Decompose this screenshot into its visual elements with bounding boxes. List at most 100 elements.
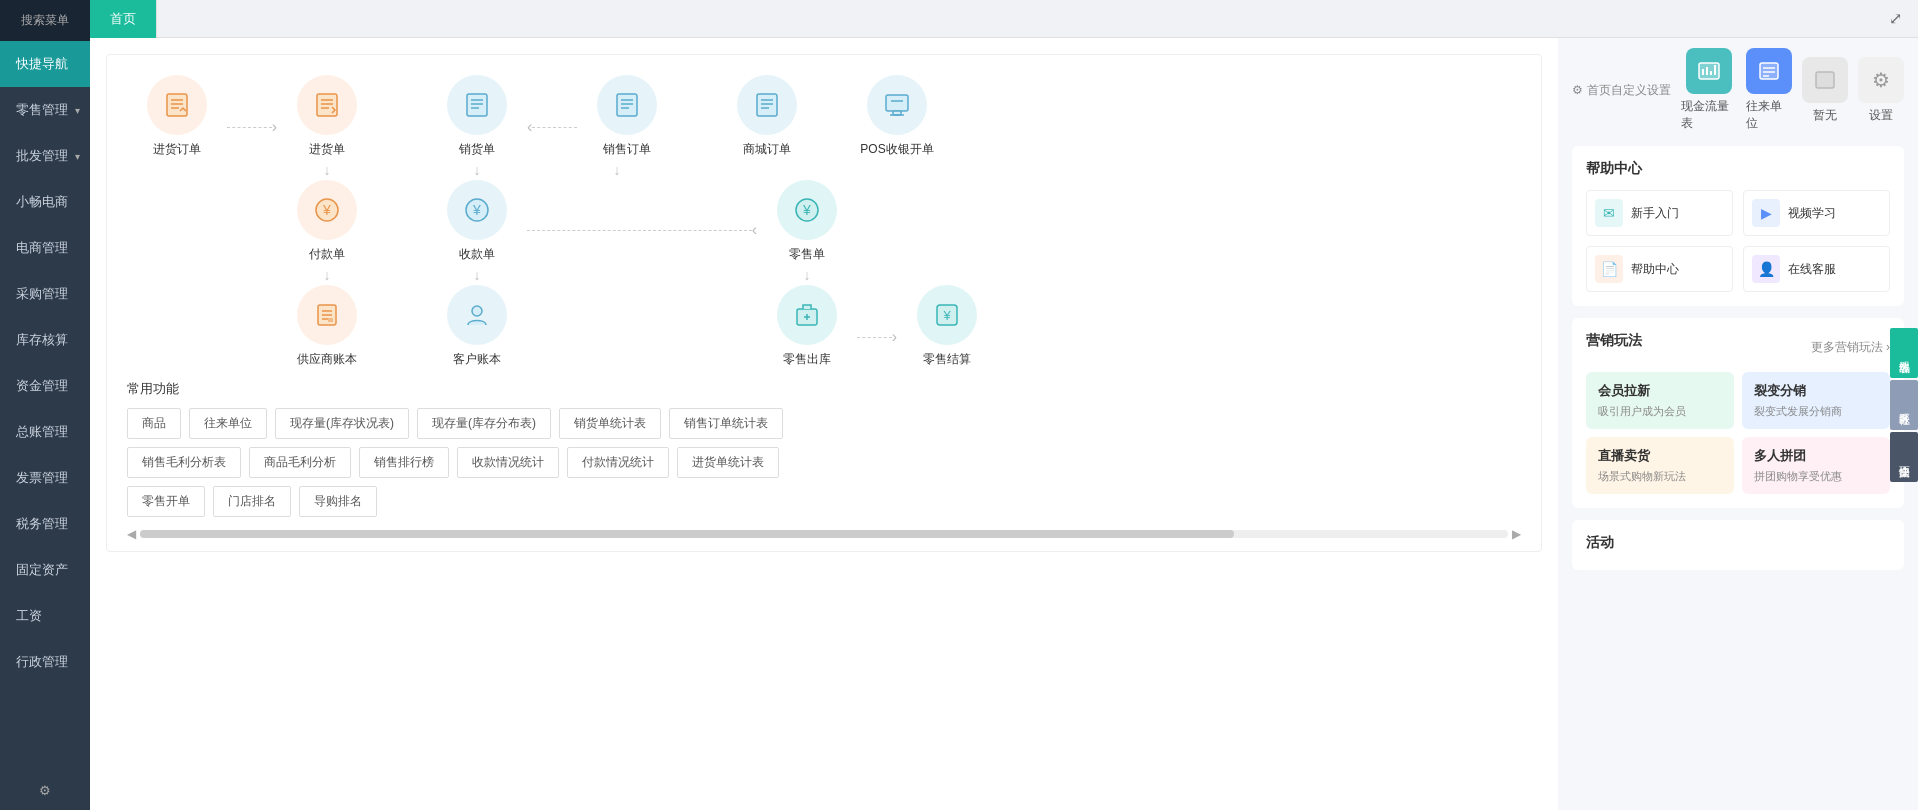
cf-btn-retail-order[interactable]: 零售开单 <box>127 486 205 517</box>
flow-node-shoukuan[interactable]: ¥ 收款单 <box>427 180 527 263</box>
more-marketing-link[interactable]: 更多营销玩法 › <box>1811 339 1890 356</box>
sidebar-item-ecommerce[interactable]: 电商管理 <box>0 225 90 271</box>
qi-partners[interactable]: 往来单位 <box>1746 48 1792 132</box>
cf-btn-store-rank[interactable]: 门店排名 <box>213 486 291 517</box>
lingshou-dan-icon: ¥ <box>777 180 837 240</box>
float-btn-service[interactable]: 客服热线 <box>1890 328 1918 378</box>
helpcenter-icon: 📄 <box>1595 255 1623 283</box>
scroll-bar-area: ◀ ▶ <box>127 527 1521 541</box>
beginner-label: 新手入门 <box>1631 205 1679 222</box>
help-center-section: 帮助中心 ✉ 新手入门 ▶ 视频学习 📄 帮助中心 👤 <box>1572 146 1904 306</box>
quick-icons-row: ⚙ 首页自定义设置 现金流量表 <box>1572 48 1904 132</box>
flow-node-kehu[interactable]: 客户账本 <box>427 285 527 368</box>
float-btn-community[interactable]: 服务社区 <box>1890 380 1918 430</box>
cf-btn-order-stat[interactable]: 销售订单统计表 <box>669 408 783 439</box>
marketing-group[interactable]: 多人拼团 拼团购物享受优惠 <box>1742 437 1890 494</box>
qi-cashflow[interactable]: 现金流量表 <box>1681 48 1736 132</box>
gear-icon: ⚙ <box>39 783 51 798</box>
settings-icon-box: ⚙ <box>1858 57 1904 103</box>
sidebar-item-finance[interactable]: 资金管理 <box>0 363 90 409</box>
cf-row-2: 销售毛利分析表 商品毛利分析 销售排行榜 收款情况统计 付款情况统计 进货单统计… <box>127 447 1521 478</box>
sidebar-item-label: 零售管理 <box>16 101 68 119</box>
float-buttons: 客服热线 服务社区 桌面快捷 <box>1890 328 1918 482</box>
pos-icon <box>867 75 927 135</box>
beginner-icon: ✉ <box>1595 199 1623 227</box>
cf-title: 常用功能 <box>127 380 1521 398</box>
fukuan-icon: ¥ <box>297 180 357 240</box>
home-customize-link[interactable]: ⚙ 首页自定义设置 <box>1572 82 1671 99</box>
shangcheng-icon <box>737 75 797 135</box>
float-btn-desktop[interactable]: 桌面快捷 <box>1890 432 1918 482</box>
help-item-service[interactable]: 👤 在线客服 <box>1743 246 1890 292</box>
flow-node-fukuan[interactable]: ¥ 付款单 <box>277 180 377 263</box>
scroll-left-arrow[interactable]: ◀ <box>127 527 136 541</box>
cf-btn-guide-rank[interactable]: 导购排名 <box>299 486 377 517</box>
lingshou-jiesuan-icon: ¥ <box>917 285 977 345</box>
cf-btn-gross-analysis[interactable]: 销售毛利分析表 <box>127 447 241 478</box>
cf-btn-receipt-stat[interactable]: 收款情况统计 <box>457 447 559 478</box>
flow-node-lingshou-jiesuan[interactable]: ¥ 零售结算 <box>897 285 997 368</box>
cf-row-1: 商品 往来单位 现存量(库存状况表) 现存量(库存分布表) 销货单统计表 销售订… <box>127 408 1521 439</box>
cf-btn-goods[interactable]: 商品 <box>127 408 181 439</box>
right-panel: ⚙ 首页自定义设置 现金流量表 <box>1558 38 1918 810</box>
lingshou-chuku-icon <box>777 285 837 345</box>
fullscreen-button[interactable]: ⤢ <box>1889 9 1902 28</box>
sidebar-item-admin[interactable]: 行政管理 <box>0 639 90 685</box>
video-label: 视频学习 <box>1788 205 1836 222</box>
marketing-member[interactable]: 会员拉新 吸引用户成为会员 <box>1586 372 1734 429</box>
sidebar-item-wholesale[interactable]: 批发管理 ▾ <box>0 133 90 179</box>
help-item-helpcenter[interactable]: 📄 帮助中心 <box>1586 246 1733 292</box>
marketing-section: 营销玩法 更多营销玩法 › 会员拉新 吸引用户成为会员 裂变分销 裂变式发展分销… <box>1572 318 1904 508</box>
sidebar-item-tax[interactable]: 税务管理 <box>0 501 90 547</box>
cf-btn-stock-dist[interactable]: 现存量(库存分布表) <box>417 408 551 439</box>
sidebar-item-ledger[interactable]: 总账管理 <box>0 409 90 455</box>
partners-label: 往来单位 <box>1746 98 1792 132</box>
scroll-track[interactable] <box>140 530 1508 538</box>
sidebar-item-purchase[interactable]: 采购管理 <box>0 271 90 317</box>
flow-node-pos[interactable]: POS收银开单 <box>847 75 947 158</box>
flow-node-lingshou-chuku[interactable]: 零售出库 <box>757 285 857 368</box>
flow-node-xiaohuo[interactable]: 销货单 <box>427 75 527 158</box>
sidebar-item-retail[interactable]: 零售管理 ▾ <box>0 87 90 133</box>
svg-rect-4 <box>317 94 337 116</box>
sidebar-item-inventory[interactable]: 库存核算 <box>0 317 90 363</box>
scroll-right-arrow[interactable]: ▶ <box>1512 527 1521 541</box>
flow-node-jinhuo-order[interactable]: 进货订单 <box>127 75 227 158</box>
svg-text:¥: ¥ <box>802 202 811 218</box>
help-item-beginner[interactable]: ✉ 新手入门 <box>1586 190 1733 236</box>
lingshou-chuku-label: 零售出库 <box>783 351 831 368</box>
sidebar-item-label: 发票管理 <box>16 469 68 487</box>
cf-btn-partners[interactable]: 往来单位 <box>189 408 267 439</box>
flow-node-lingshou-dan[interactable]: ¥ 零售单 <box>757 180 857 263</box>
cf-btn-sales-rank[interactable]: 销售排行榜 <box>359 447 449 478</box>
sidebar-item-ecommerce-small[interactable]: 小畅电商 <box>0 179 90 225</box>
help-grid: ✉ 新手入门 ▶ 视频学习 📄 帮助中心 👤 在线客服 <box>1586 190 1890 292</box>
fukuan-label: 付款单 <box>309 246 345 263</box>
cf-btn-payment-stat[interactable]: 付款情况统计 <box>567 447 669 478</box>
flow-node-jinhuo-dan[interactable]: 进货单 <box>277 75 377 158</box>
sidebar-item-salary[interactable]: 工资 <box>0 593 90 639</box>
marketing-fission[interactable]: 裂变分销 裂变式发展分销商 <box>1742 372 1890 429</box>
search-menu[interactable]: 搜索菜单 <box>0 0 90 41</box>
sidebar-item-assets[interactable]: 固定资产 <box>0 547 90 593</box>
service-icon: 👤 <box>1752 255 1780 283</box>
activity-section: 活动 <box>1572 520 1904 570</box>
flow-node-shangcheng[interactable]: 商城订单 <box>717 75 817 158</box>
qi-settings[interactable]: ⚙ 设置 <box>1858 57 1904 124</box>
cf-btn-sales-stat[interactable]: 销货单统计表 <box>559 408 661 439</box>
cf-btn-purchase-stat[interactable]: 进货单统计表 <box>677 447 779 478</box>
main-area: 首页 ⤢ <box>90 0 1918 810</box>
settings-icon-btn[interactable]: ⚙ <box>0 771 90 810</box>
tab-home[interactable]: 首页 <box>90 0 157 38</box>
marketing-live[interactable]: 直播卖货 场景式购物新玩法 <box>1586 437 1734 494</box>
kehu-icon <box>447 285 507 345</box>
sidebar-item-invoice[interactable]: 发票管理 <box>0 455 90 501</box>
cf-btn-stock-status[interactable]: 现存量(库存状况表) <box>275 408 409 439</box>
help-item-video[interactable]: ▶ 视频学习 <box>1743 190 1890 236</box>
cf-btn-goods-margin[interactable]: 商品毛利分析 <box>249 447 351 478</box>
flow-node-xiaoshou-order[interactable]: 销售订单 <box>577 75 677 158</box>
none-icon-box <box>1802 57 1848 103</box>
qi-none[interactable]: 暂无 <box>1802 57 1848 124</box>
sidebar-item-quick-nav[interactable]: 快捷导航 <box>0 41 90 87</box>
flow-node-gongyingshang[interactable]: 供应商账本 <box>277 285 377 368</box>
